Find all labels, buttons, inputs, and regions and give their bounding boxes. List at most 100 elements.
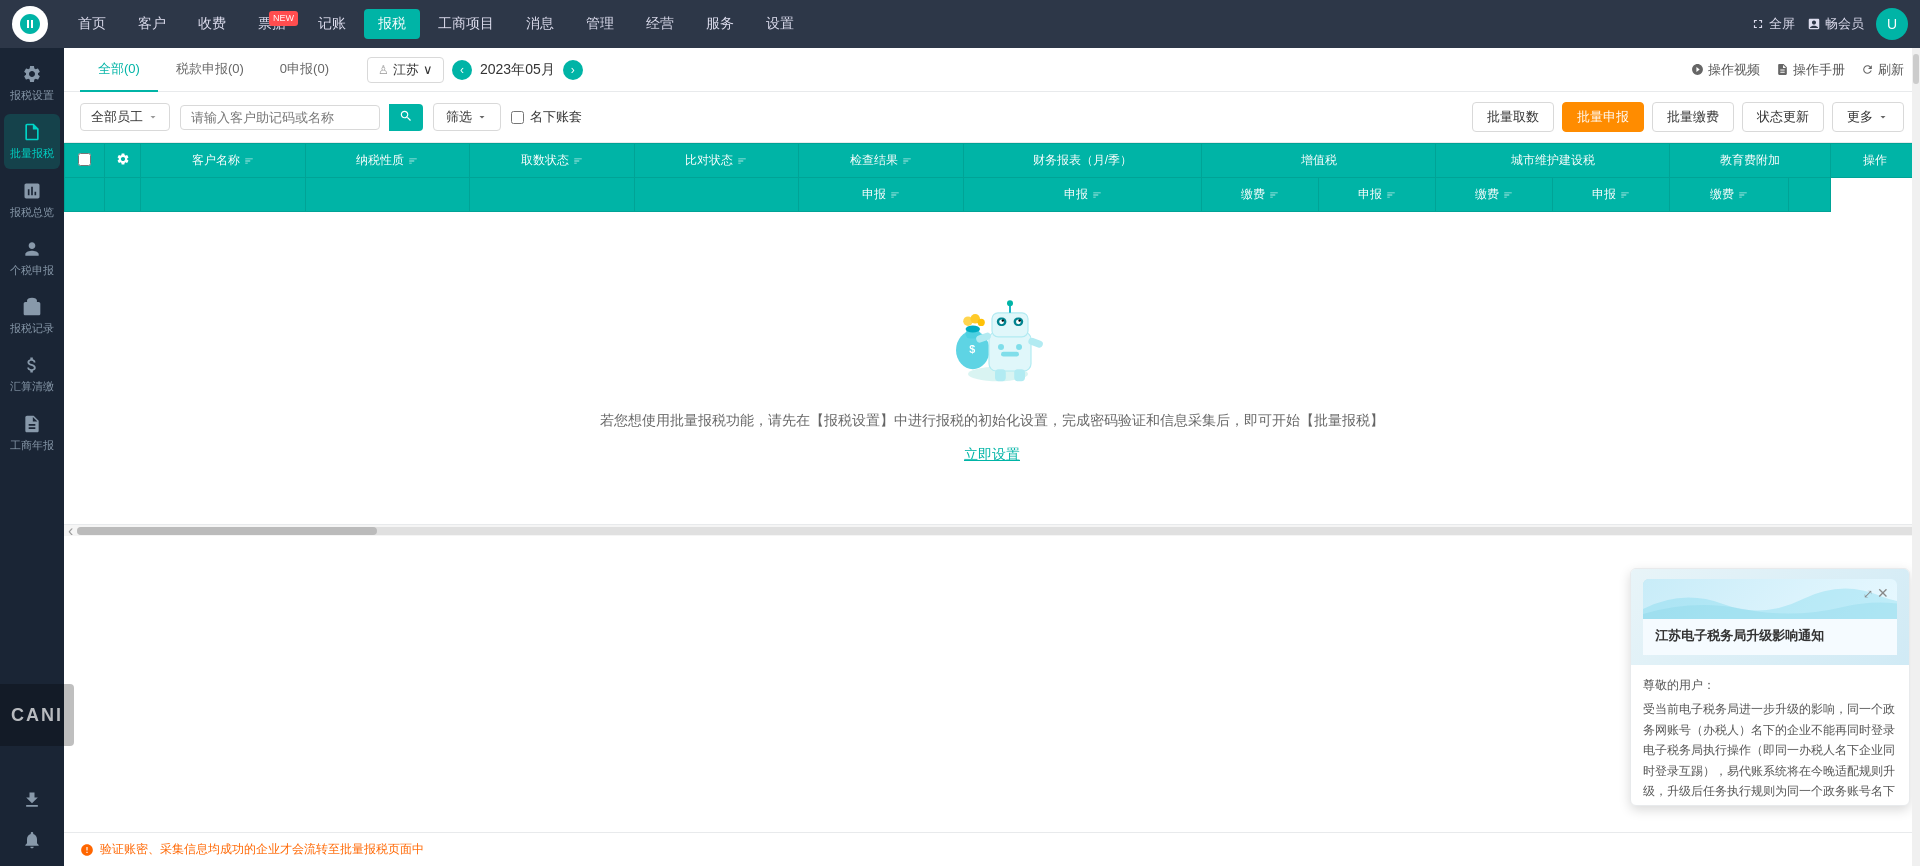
sub-accounts-checkbox[interactable]: 名下账套 <box>511 108 582 126</box>
current-month: 2023年05月 <box>480 61 555 79</box>
scroll-track[interactable] <box>77 527 1916 535</box>
member-button[interactable]: 畅会员 <box>1807 15 1864 33</box>
select-all-checkbox[interactable] <box>78 153 91 166</box>
prev-month-button[interactable]: ‹ <box>452 60 472 80</box>
operation-manual-link[interactable]: 操作手册 <box>1776 61 1845 79</box>
sidebar-item-settings[interactable] <box>4 822 60 858</box>
th-city-pay: 缴费 <box>1436 178 1553 212</box>
sidebar-label-tax-overview: 报税总览 <box>10 205 54 219</box>
svg-point-23 <box>998 344 1004 350</box>
top-nav-right: 全屏 畅会员 U <box>1751 8 1908 40</box>
th-city-declare: 申报 <box>1319 178 1436 212</box>
tabs-right-actions: 操作视频 操作手册 刷新 <box>1691 61 1904 79</box>
svg-point-18 <box>1007 300 1013 306</box>
th-education-surcharge: 教育费附加 <box>1670 144 1831 178</box>
svg-rect-21 <box>995 369 1006 381</box>
filter-button[interactable]: 筛选 <box>433 103 501 131</box>
svg-rect-8 <box>989 332 1031 371</box>
nav-services[interactable]: 服务 <box>692 9 748 39</box>
cani-watermark: CANI <box>0 684 74 746</box>
bottom-scrollbar[interactable]: ‹ <box>64 524 1920 536</box>
nav-customer[interactable]: 客户 <box>124 9 180 39</box>
sidebar-item-batch-tax[interactable]: 批量报税 <box>4 114 60 168</box>
nav-management[interactable]: 管理 <box>572 9 628 39</box>
sidebar-item-settlement[interactable]: 汇算清缴 <box>4 347 60 401</box>
th-customer-name: 客户名称 <box>141 144 306 178</box>
svg-rect-22 <box>1014 369 1025 381</box>
nav-tax[interactable]: 报税 <box>364 9 420 39</box>
th-actions: 操作 <box>1830 144 1919 178</box>
sidebar-item-tax-records[interactable]: 报税记录 <box>4 289 60 343</box>
refresh-button[interactable]: 刷新 <box>1861 61 1904 79</box>
tab-tax-declare[interactable]: 税款申报(0) <box>158 48 262 92</box>
more-button[interactable]: 更多 <box>1832 102 1904 132</box>
notification-greeting: 尊敬的用户： <box>1643 675 1897 695</box>
th-edu-declare: 申报 <box>1553 178 1670 212</box>
sidebar-item-tax-overview[interactable]: 报税总览 <box>4 173 60 227</box>
search-field-container <box>180 105 380 130</box>
nav-messages[interactable]: 消息 <box>512 9 568 39</box>
th-vat-pay: 缴费 <box>1202 178 1319 212</box>
nav-settings[interactable]: 设置 <box>752 9 808 39</box>
th-checkbox[interactable] <box>65 144 105 178</box>
invoice-badge: NEW <box>269 11 298 26</box>
search-button[interactable] <box>389 104 423 131</box>
notification-expand-icon[interactable]: ⤢ <box>1863 587 1873 601</box>
empty-state: $ <box>65 212 1920 524</box>
th-edu-pay: 缴费 <box>1670 178 1788 212</box>
robot-illustration: $ <box>932 272 1052 392</box>
top-navigation: 首页 客户 收费 票据 NEW 记账 报税 工商项目 消息 管理 经营 服务 设… <box>0 0 1920 48</box>
sidebar-label-personal-tax: 个税申报 <box>10 263 54 277</box>
toolbar-right: 批量取数 批量申报 批量缴费 状态更新 更多 <box>1472 102 1904 132</box>
nav-home[interactable]: 首页 <box>64 9 120 39</box>
sidebar-label-settlement: 汇算清缴 <box>10 379 54 393</box>
scroll-thumb[interactable] <box>77 527 377 535</box>
notification-body: 尊敬的用户： 受当前电子税务局进一步升级的影响，同一个政务网账号（办税人）名下的… <box>1631 665 1909 805</box>
nav-bookkeeping[interactable]: 记账 <box>304 9 360 39</box>
th-tax-nature: 纳税性质 <box>305 144 470 178</box>
tabs-bar: 全部(0) 税款申报(0) 0申报(0) ♙ 江苏 ∨ ‹ 2023年05月 › <box>64 48 1920 92</box>
tax-table: 客户名称 纳税性质 取数状态 <box>64 143 1920 524</box>
sidebar-item-annual-report[interactable]: 工商年报 <box>4 406 60 460</box>
batch-fetch-button[interactable]: 批量取数 <box>1472 102 1554 132</box>
operation-video-link[interactable]: 操作视频 <box>1691 61 1760 79</box>
status-update-button[interactable]: 状态更新 <box>1742 102 1824 132</box>
svg-rect-25 <box>1001 352 1019 357</box>
sidebar-item-personal-tax[interactable]: 个税申报 <box>4 231 60 285</box>
notification-close-button[interactable]: ✕ <box>1877 585 1889 601</box>
svg-point-6 <box>978 319 985 326</box>
employee-selector[interactable]: 全部员工 <box>80 103 170 131</box>
nav-invoice[interactable]: 票据 NEW <box>244 9 300 39</box>
next-month-button[interactable]: › <box>563 60 583 80</box>
app-logo[interactable] <box>12 6 48 42</box>
setup-link[interactable]: 立即设置 <box>964 446 1020 464</box>
notification-title: 江苏电子税务局升级影响通知 <box>1655 627 1885 645</box>
sidebar-label-tax-records: 报税记录 <box>10 321 54 335</box>
sidebar-item-download[interactable] <box>4 782 60 818</box>
scroll-left-button[interactable]: ‹ <box>68 522 73 540</box>
region-selector[interactable]: ♙ 江苏 ∨ <box>367 57 444 83</box>
notification-popup: ⤢ ✕ 江苏电子税务局升级影响通知 尊敬的用户： 受当前电子税务局进一步升级的影… <box>1630 568 1910 806</box>
th-gear[interactable] <box>105 144 141 178</box>
sidebar-item-tax-settings[interactable]: 报税设置 <box>4 56 60 110</box>
batch-pay-button[interactable]: 批量缴费 <box>1652 102 1734 132</box>
user-avatar[interactable]: U <box>1876 8 1908 40</box>
right-scrollbar[interactable] <box>1912 48 1920 866</box>
nav-billing[interactable]: 收费 <box>184 9 240 39</box>
right-scrollbar-thumb[interactable] <box>1913 54 1919 84</box>
nav-operations[interactable]: 经营 <box>632 9 688 39</box>
batch-declare-button[interactable]: 批量申报 <box>1562 102 1644 132</box>
search-input[interactable] <box>191 110 369 125</box>
th-financial-declare: 申报 <box>799 178 964 212</box>
sub-accounts-check[interactable] <box>511 111 524 124</box>
sidebar-label-batch-tax: 批量报税 <box>10 146 54 160</box>
empty-message: 若您想使用批量报税功能，请先在【报税设置】中进行报税的初始化设置，完成密码验证和… <box>600 412 1384 430</box>
svg-point-15 <box>1002 319 1004 321</box>
nav-business[interactable]: 工商项目 <box>424 9 508 39</box>
svg-point-24 <box>1016 344 1022 350</box>
sidebar-label-annual-report: 工商年报 <box>10 438 54 452</box>
tab-all[interactable]: 全部(0) <box>80 48 158 92</box>
tab-zero-declare[interactable]: 0申报(0) <box>262 48 347 92</box>
sidebar-bottom <box>4 782 60 858</box>
fullscreen-button[interactable]: 全屏 <box>1751 15 1795 33</box>
